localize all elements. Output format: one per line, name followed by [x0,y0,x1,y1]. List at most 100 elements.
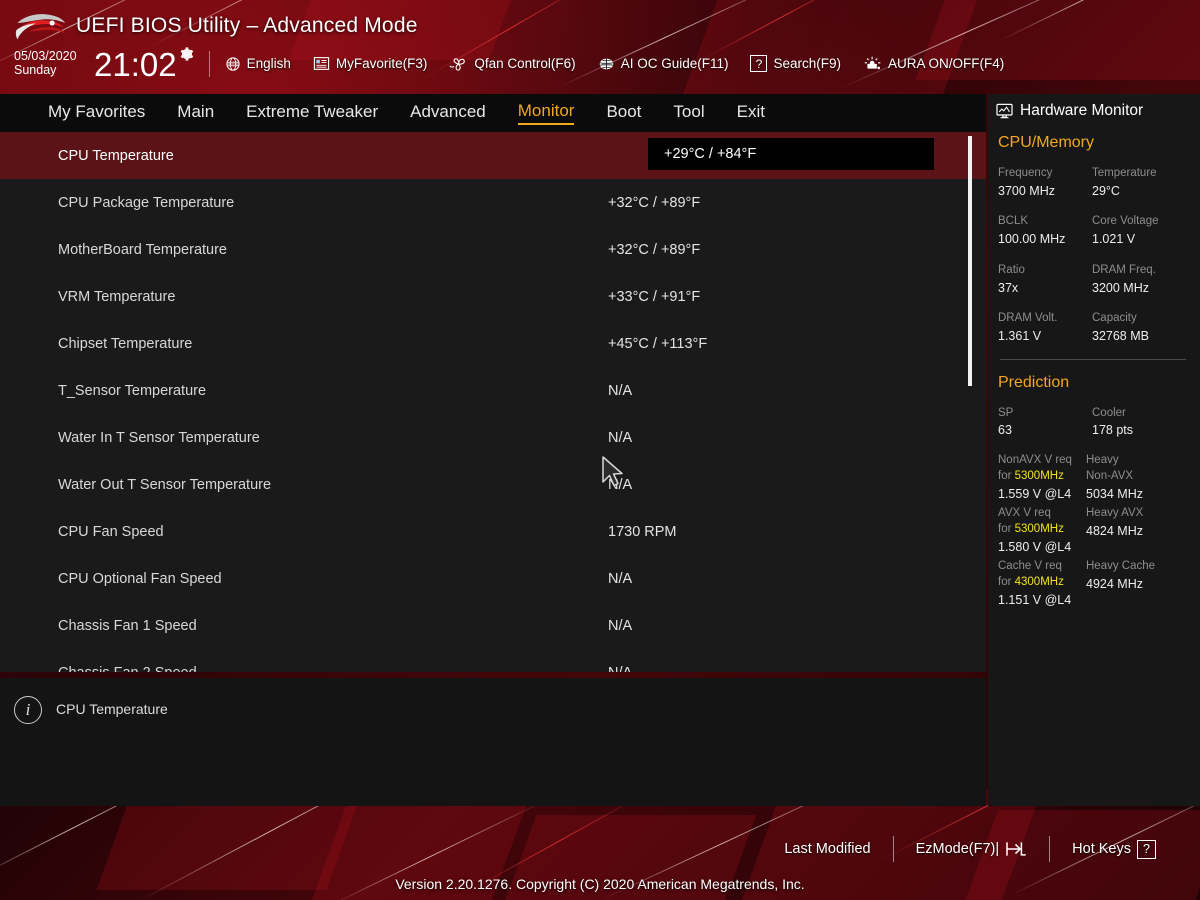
settings-row[interactable]: CPU Package Temperature +32°C / +89°F [0,179,986,226]
last-modified-button[interactable]: Last Modified [762,841,892,857]
tab-main[interactable]: Main [177,102,214,124]
ai-oc-guide-label: AI OC Guide(F11) [620,56,729,71]
hw-value: 178 pts [1092,423,1134,438]
tab-advanced[interactable]: Advanced [410,102,486,124]
settings-row-label: T_Sensor Temperature [58,382,207,399]
prediction-frequency-highlight: 4300MHz [1014,576,1064,589]
myfavorite-button[interactable]: MyFavorite(F3) [313,56,428,71]
settings-row-value: N/A [608,429,633,446]
settings-row-value: N/A [608,617,633,634]
hw-key: DRAM Freq. [1092,263,1156,276]
prediction-block: AVX V req for 5300MHz 1.580 V @L4 Heavy AVX… [988,506,1200,557]
prediction-key-line2: for 4300MHz [998,576,1064,589]
qfan-control-button[interactable]: Qfan Control(F6) [449,56,576,72]
tab-my-favorites[interactable]: My Favorites [48,102,145,124]
aura-toggle-button[interactable]: AURA ON/OFF(F4) [863,55,1004,72]
hw-key: Temperature [1092,167,1157,179]
prediction-heavy-load: Heavy Non-AVX 5034 MHz [1086,453,1180,504]
weekday-text: Sunday [14,62,57,77]
settings-row[interactable]: Water Out T Sensor Temperature N/A [0,461,986,508]
settings-row[interactable]: Water In T Sensor Temperature N/A [0,414,986,461]
settings-row[interactable]: Chassis Fan 1 Speed N/A [0,602,986,649]
monitor-chart-icon [996,103,1013,119]
tab-exit[interactable]: Exit [737,102,765,124]
clock-text: 21:02 [94,46,177,83]
settings-rows: CPU Temperature +29°C / +84°F CPU Package … [0,132,986,672]
monitor-settings-list: CPU Temperature +29°C / +84°F CPU Package … [0,132,986,672]
gear-icon[interactable] [178,46,194,62]
settings-row-value: N/A [608,570,633,587]
prediction-key-line1: AVX V req [998,507,1051,520]
language-button[interactable]: English [225,56,291,72]
settings-row[interactable]: CPU Fan Speed 1730 RPM [0,508,986,555]
hw-key: Core Voltage [1092,215,1159,228]
prediction-key-line2: for 5300MHz [998,523,1064,536]
tab-monitor[interactable]: Monitor [517,101,575,125]
settings-row[interactable]: CPU Temperature +29°C / +84°F [0,132,986,179]
prediction-heavy-load: Heavy AVX 4824 MHz [1086,506,1180,557]
hw-value: 100.00 MHz [998,232,1066,247]
tab-extreme-tweaker[interactable]: Extreme Tweaker [246,102,378,124]
tab-tool[interactable]: Tool [673,102,704,124]
header-meta-row: 05/03/2020 Sunday 21:02 English MyFavori… [0,43,1200,83]
prediction-block: Cache V req for 4300MHz 1.151 V @L4 Heavy C… [988,559,1200,610]
settings-row-value: +45°C / +113°F [608,335,708,352]
prediction-load-line2: Non-AVX [1086,469,1134,482]
prediction-voltage-value: 1.151 V @L4 [998,593,1072,608]
hw-value: 1.021 V [1092,232,1136,247]
hw-pair-dram-volt-capacity: DRAM Volt. 1.361 V Capacity 32768 MB [998,310,1194,345]
prediction-requirement: Cache V req for 4300MHz 1.151 V @L4 [998,559,1086,610]
hw-value: 3200 MHz [1092,280,1149,295]
prediction-blocks: NonAVX V req for 5300MHz 1.559 V @L4 Heavy N… [988,453,1200,610]
search-button[interactable]: ? Search(F9) [750,55,841,72]
brain-chip-icon [599,58,613,69]
tab-boot[interactable]: Boot [606,102,641,124]
qfan-control-label: Qfan Control(F6) [474,56,576,71]
hw-pair-sp-cooler: SP 63 Cooler 178 pts [998,405,1194,440]
aura-light-icon [864,56,881,70]
settings-row-value: N/A [608,382,633,399]
settings-row-value: +32°C / +89°F [608,194,701,211]
hot-keys-label: Hot Keys [1072,841,1131,857]
settings-row[interactable]: VRM Temperature +33°C / +91°F [0,273,986,320]
prediction-load-value: 4824 MHz [1086,524,1143,539]
hardware-monitor-panel: Hardware Monitor CPU/Memory Frequency 37… [988,94,1200,806]
hw-key: SP [998,406,1014,419]
aura-label: AURA ON/OFF(F4) [888,56,1005,71]
myfavorite-label: MyFavorite(F3) [335,56,428,71]
hwmon-section-divider [1000,358,1186,360]
help-text: CPU Temperature [56,701,168,717]
settings-row[interactable]: MotherBoard Temperature +32°C / +89°F [0,226,986,273]
hw-key: Ratio [998,263,1025,276]
date-time-display: 05/03/2020 Sunday [14,50,92,76]
mouse-pointer-icon [602,456,623,487]
hot-keys-key-badge: ? [1137,839,1156,859]
prediction-frequency-highlight: 5300MHz [1014,469,1064,482]
ezmode-button[interactable]: EzMode(F7)| [894,840,1050,858]
hw-value: 3700 MHz [998,183,1055,198]
hot-keys-button[interactable]: Hot Keys ? [1050,839,1178,859]
settings-row-label: CPU Optional Fan Speed [58,570,222,587]
settings-row[interactable]: T_Sensor Temperature N/A [0,367,986,414]
prediction-load-line1: Heavy AVX [1086,507,1144,520]
settings-row-value-box[interactable]: +29°C / +84°F [648,138,934,170]
question-box-icon: ? [750,55,768,72]
last-modified-label: Last Modified [784,841,871,857]
settings-row[interactable]: Chassis Fan 2 SpeedN/A [0,649,986,673]
hw-value: 29°C [1092,183,1120,198]
settings-row-value: +32°C / +89°F [608,241,701,258]
settings-row-label: Chassis Fan 2 Speed [0,665,608,673]
settings-row-label: Water Out T Sensor Temperature [58,476,272,493]
settings-row[interactable]: Chipset Temperature +45°C / +113°F [0,320,986,367]
settings-row[interactable]: CPU Optional Fan Speed N/A [0,555,986,602]
prediction-load-value: 4924 MHz [1086,577,1143,592]
ai-oc-guide-button[interactable]: AI OC Guide(F11) [598,56,729,72]
header: UEFI BIOS Utility – Advanced Mode 05/03/… [0,0,1200,94]
hw-pair-frequency-temperature: Frequency 3700 MHz Temperature 29°C [998,165,1194,200]
prediction-block: NonAVX V req for 5300MHz 1.559 V @L4 Heavy N… [988,453,1200,504]
settings-row-label: MotherBoard Temperature [58,241,227,258]
hw-pair-ratio-dram-freq: Ratio 37x DRAM Freq. 3200 MHz [998,262,1194,297]
prediction-heading: Prediction [998,373,1070,391]
fan-icon [449,57,466,71]
content-scrollbar[interactable] [968,136,972,386]
